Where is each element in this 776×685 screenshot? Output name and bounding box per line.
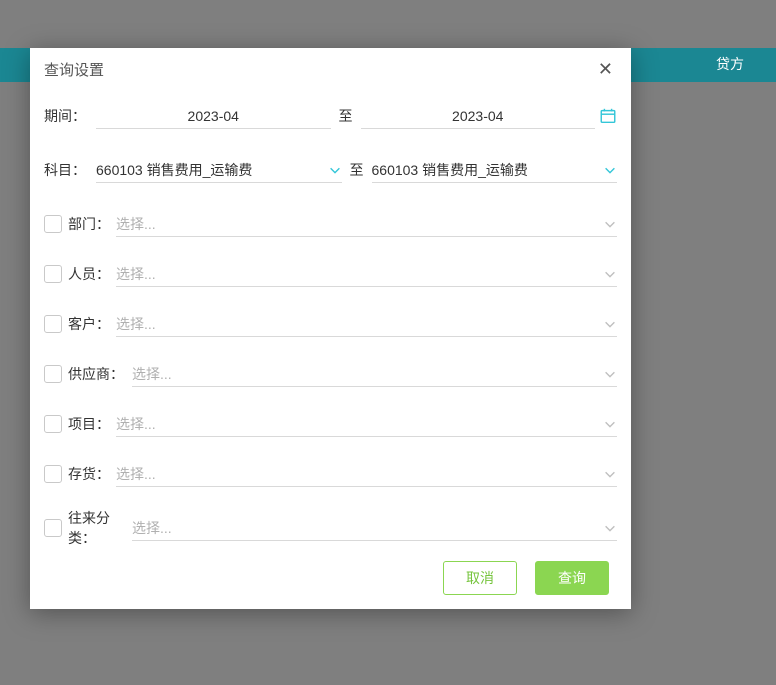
filter-label-dept: 部门： [68,214,116,234]
filter-label-project: 项目： [68,414,116,434]
dialog-header: 查询设置 ✕ [30,48,631,90]
chevron-down-icon [603,521,617,535]
filter-label-customer: 客户： [68,314,116,334]
filter-row-customer: 客户：选择... [44,308,617,340]
dialog-footer: 取消 查询 [30,547,631,609]
checkbox-customer[interactable] [44,315,62,333]
checkbox-ar-cat[interactable] [44,519,62,537]
filter-select-dept[interactable]: 选择... [116,211,617,237]
cancel-button[interactable]: 取消 [443,561,517,595]
chevron-down-icon [603,267,617,281]
checkbox-stock[interactable] [44,465,62,483]
checkbox-project[interactable] [44,415,62,433]
account-to-label: 至 [342,160,372,180]
period-row: 期间： 2023-04 至 2023-04 [44,100,617,132]
calendar-icon[interactable] [595,107,617,125]
chevron-down-icon [603,367,617,381]
creditor-column-label: 贷方 [716,54,744,74]
chevron-down-icon [603,467,617,481]
period-to-input[interactable]: 2023-04 [361,103,596,129]
chevron-down-icon [603,317,617,331]
period-to-label: 至 [331,106,361,126]
filter-label-supplier: 供应商： [68,364,132,384]
close-icon: ✕ [598,59,613,79]
filter-select-customer[interactable]: 选择... [116,311,617,337]
checkbox-supplier[interactable] [44,365,62,383]
filter-label-person: 人员： [68,264,116,284]
chevron-down-icon [603,163,617,177]
filter-row-supplier: 供应商：选择... [44,358,617,390]
checkbox-person[interactable] [44,265,62,283]
filter-select-ar-cat[interactable]: 选择... [132,515,617,541]
dialog-title: 查询设置 [44,59,594,80]
filter-label-ar-cat: 往来分类： [68,508,132,547]
dialog-body: 期间： 2023-04 至 2023-04 科目： 660103 销售费用_运输… [30,90,631,547]
filter-row-project: 项目：选择... [44,408,617,440]
filter-row-person: 人员：选择... [44,258,617,290]
period-from-input[interactable]: 2023-04 [96,103,331,129]
filter-select-supplier[interactable]: 选择... [132,361,617,387]
period-label: 期间： [44,106,96,126]
query-button[interactable]: 查询 [535,561,609,595]
account-from-select[interactable]: 660103 销售费用_运输费 [96,157,342,183]
filter-label-stock: 存货： [68,464,116,484]
chevron-down-icon [328,163,342,177]
close-button[interactable]: ✕ [594,55,617,84]
filter-row-ar-cat: 往来分类：选择... [44,508,617,547]
checkbox-dept[interactable] [44,215,62,233]
filter-select-person[interactable]: 选择... [116,261,617,287]
filter-row-dept: 部门：选择... [44,208,617,240]
filter-select-project[interactable]: 选择... [116,411,617,437]
account-label: 科目： [44,160,96,180]
account-row: 科目： 660103 销售费用_运输费 至 660103 销售费用_运输费 [44,154,617,186]
chevron-down-icon [603,217,617,231]
filter-row-stock: 存货：选择... [44,458,617,490]
query-settings-dialog: 查询设置 ✕ 期间： 2023-04 至 2023-04 科目： 660103 … [30,48,631,609]
account-to-select[interactable]: 660103 销售费用_运输费 [372,157,618,183]
chevron-down-icon [603,417,617,431]
filter-select-stock[interactable]: 选择... [116,461,617,487]
